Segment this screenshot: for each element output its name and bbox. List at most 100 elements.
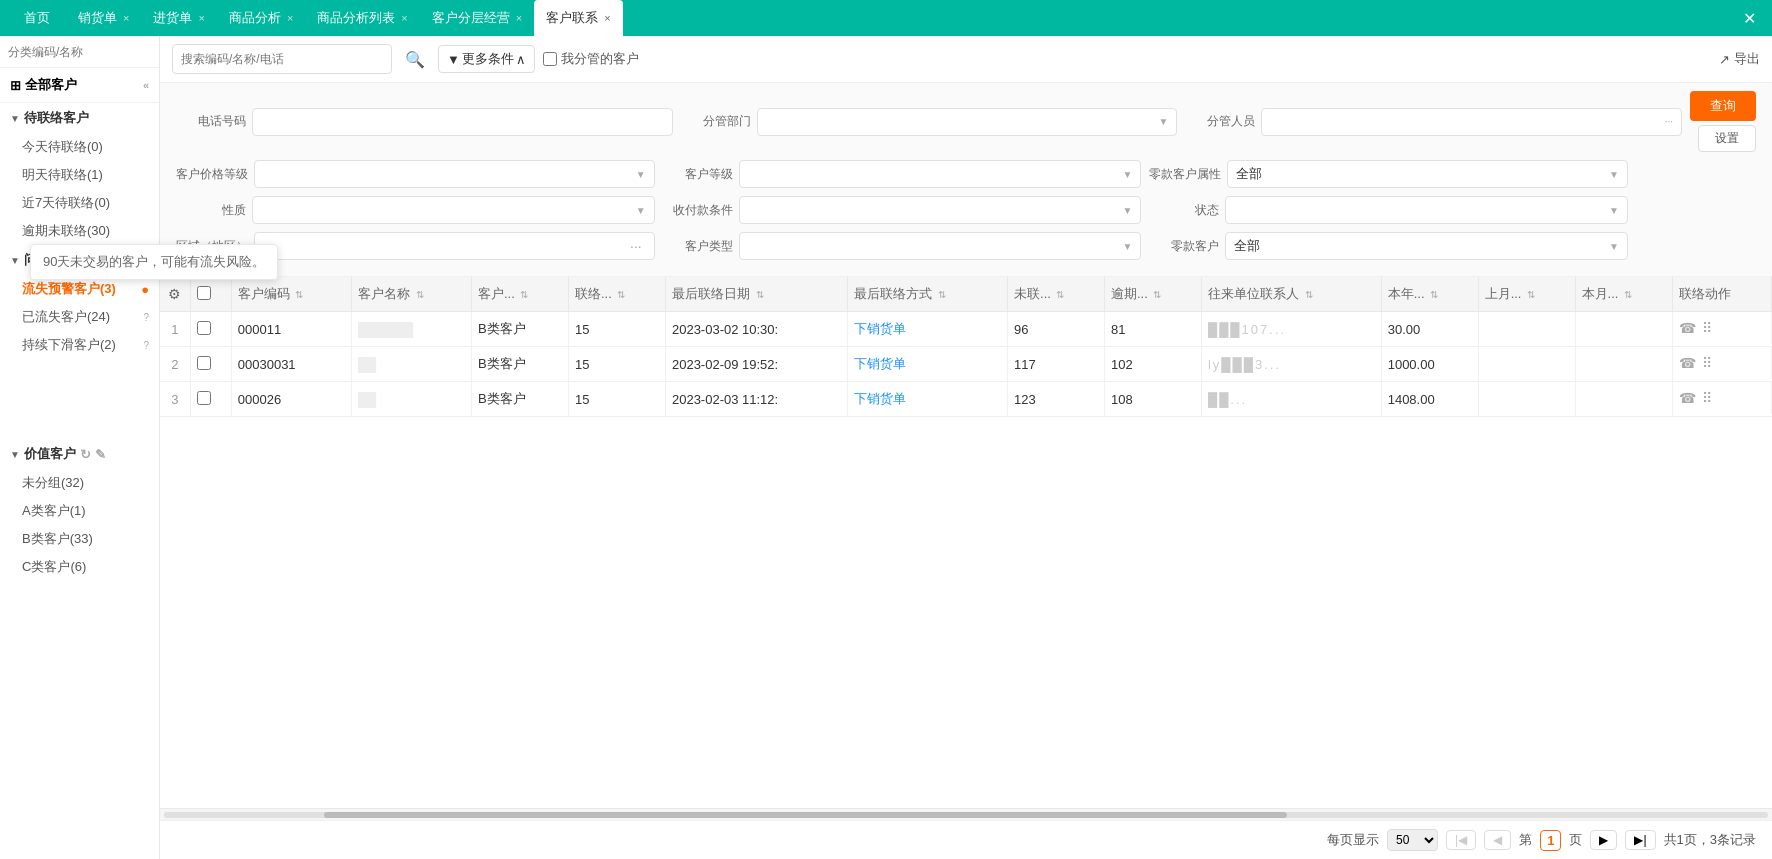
- query-button[interactable]: 查询: [1690, 91, 1756, 121]
- close-tab-analysis-list[interactable]: ×: [401, 12, 407, 24]
- sidebar-item-class-a[interactable]: A类客户(1): [0, 497, 159, 525]
- row-method[interactable]: 下销货单: [848, 382, 1008, 417]
- table-row: 3 000026 ██ B类客户 15 2023-02-03 11:12: 下销…: [160, 382, 1772, 417]
- action-more-icon[interactable]: ⠿: [1702, 355, 1712, 371]
- table-gear-icon[interactable]: ⚙: [168, 286, 181, 302]
- payment-select[interactable]: ▼: [739, 196, 1142, 224]
- row-actions[interactable]: ☎ ⠿: [1673, 347, 1772, 379]
- row-actions[interactable]: ☎ ⠿: [1673, 312, 1772, 344]
- prev-page-button[interactable]: ◀: [1484, 830, 1511, 850]
- horizontal-scrollbar[interactable]: [160, 808, 1772, 820]
- filter-settings-button[interactable]: 设置: [1698, 125, 1756, 152]
- customer-level-select[interactable]: ▼: [739, 160, 1142, 188]
- col-unlink[interactable]: 未联... ⇅: [1008, 277, 1105, 312]
- tab-home[interactable]: 首页: [8, 0, 66, 36]
- last-page-button[interactable]: ▶|: [1625, 830, 1655, 850]
- tab-analysis-list[interactable]: 商品分析列表 ×: [305, 0, 419, 36]
- edit-icon[interactable]: ✎: [95, 447, 106, 462]
- sidebar-item-class-b[interactable]: B类客户(33): [0, 525, 159, 553]
- row-actions[interactable]: ☎ ⠿: [1673, 382, 1772, 414]
- close-tab-sales[interactable]: ×: [123, 12, 129, 24]
- export-button[interactable]: ↗ 导出: [1719, 50, 1760, 68]
- data-table: ⚙ 客户编码 ⇅ 客户名称 ⇅: [160, 277, 1772, 417]
- tab-customer-contact[interactable]: 客户联系 ×: [534, 0, 622, 36]
- status-chevron-icon: ▼: [1609, 205, 1619, 216]
- close-tab-analysis[interactable]: ×: [287, 12, 293, 24]
- row-checkbox[interactable]: [190, 382, 231, 417]
- price-level-select[interactable]: ▼: [254, 160, 655, 188]
- first-page-button[interactable]: |◀: [1446, 830, 1476, 850]
- action-contact-icon[interactable]: ☎: [1679, 390, 1696, 406]
- category-search-input[interactable]: [8, 45, 158, 59]
- sidebar-item-lost[interactable]: 已流失客户(24) ?: [0, 303, 159, 331]
- action-buttons: 查询 设置: [1690, 91, 1756, 152]
- row-num: 3: [160, 382, 190, 417]
- col-type[interactable]: 客户... ⇅: [472, 277, 569, 312]
- close-tab-customer-contact[interactable]: ×: [604, 12, 610, 24]
- sidebar-item-unclassified[interactable]: 未分组(32): [0, 469, 159, 497]
- row-year: 1408.00: [1381, 382, 1478, 417]
- region-select[interactable]: ···: [254, 232, 655, 260]
- col-last-month[interactable]: 上月... ⇅: [1478, 277, 1575, 312]
- tab-sales[interactable]: 销货单 ×: [66, 0, 141, 36]
- filter-customer-type: 客户类型 ▼: [663, 232, 1142, 260]
- row-checkbox[interactable]: [190, 347, 231, 382]
- tab-customer-layer[interactable]: 客户分层经营 ×: [420, 0, 534, 36]
- my-customers-checkbox-area[interactable]: 我分管的客户: [543, 50, 639, 68]
- sidebar-item-7days[interactable]: 近7天待联络(0): [0, 189, 159, 217]
- row-type: B类客户: [472, 347, 569, 382]
- table-checkbox-col[interactable]: [190, 277, 231, 312]
- action-contact-icon[interactable]: ☎: [1679, 320, 1696, 336]
- sidebar-item-overdue[interactable]: 逾期未联络(30): [0, 217, 159, 245]
- staff-select[interactable]: ···: [1261, 108, 1682, 136]
- sidebar-item-today[interactable]: 今天待联络(0): [0, 133, 159, 161]
- col-last-method[interactable]: 最后联络方式 ⇅: [848, 277, 1008, 312]
- dept-select[interactable]: ▼: [757, 108, 1178, 136]
- tab-purchase[interactable]: 进货单 ×: [141, 0, 216, 36]
- sidebar-item-tomorrow[interactable]: 明天待联络(1): [0, 161, 159, 189]
- phone-input[interactable]: [252, 108, 673, 136]
- group-pending-contact-header[interactable]: ▼ 待联络客户: [0, 103, 159, 133]
- main-search-input[interactable]: [172, 44, 392, 74]
- group-value-header[interactable]: ▼ 价值客户 ↻ ✎: [0, 439, 159, 469]
- row-type: B类客户: [472, 312, 569, 347]
- next-page-button[interactable]: ▶: [1590, 830, 1617, 850]
- filter-phone: 电话号码: [176, 108, 673, 136]
- row-method[interactable]: 下销货单: [848, 347, 1008, 382]
- col-code[interactable]: 客户编码 ⇅: [231, 277, 351, 312]
- col-contact-person[interactable]: 往来单位联系人 ⇅: [1201, 277, 1381, 312]
- collapse-icon[interactable]: «: [143, 79, 149, 91]
- nature-select[interactable]: ▼: [252, 196, 655, 224]
- action-more-icon[interactable]: ⠿: [1702, 390, 1712, 406]
- col-last-date[interactable]: 最后联络日期 ⇅: [665, 277, 847, 312]
- action-contact-icon[interactable]: ☎: [1679, 355, 1696, 371]
- all-customers-header[interactable]: ⊞ 全部客户 «: [0, 68, 159, 103]
- zero-customer-select[interactable]: 全部 ▼: [1225, 232, 1628, 260]
- close-tab-customer-layer[interactable]: ×: [516, 12, 522, 24]
- more-conditions-button[interactable]: ▼ 更多条件 ∧: [438, 45, 535, 73]
- close-tab-purchase[interactable]: ×: [198, 12, 204, 24]
- select-all-checkbox[interactable]: [197, 286, 211, 300]
- refresh-icon[interactable]: ↻: [80, 447, 91, 462]
- main-search-button[interactable]: 🔍: [400, 44, 430, 74]
- col-name[interactable]: 客户名称 ⇅: [351, 277, 471, 312]
- action-more-icon[interactable]: ⠿: [1702, 320, 1712, 336]
- customer-type-select[interactable]: ▼: [739, 232, 1142, 260]
- row-checkbox[interactable]: [190, 312, 231, 347]
- zero-attr-select[interactable]: 全部 ▼: [1227, 160, 1628, 188]
- sidebar-item-class-c[interactable]: C类客户(6): [0, 553, 159, 581]
- row-method[interactable]: 下销货单: [848, 312, 1008, 347]
- close-all-icon[interactable]: ✕: [1735, 9, 1764, 28]
- status-select[interactable]: ▼: [1225, 196, 1628, 224]
- tab-analysis[interactable]: 商品分析 ×: [217, 0, 305, 36]
- my-customers-checkbox[interactable]: [543, 52, 557, 66]
- col-this-year[interactable]: 本年... ⇅: [1381, 277, 1478, 312]
- per-page-select[interactable]: 50 20 100: [1387, 829, 1438, 851]
- col-this-month[interactable]: 本月... ⇅: [1575, 277, 1672, 312]
- col-contact-count[interactable]: 联络... ⇅: [568, 277, 665, 312]
- row-code: 00030031: [231, 347, 351, 382]
- col-overdue[interactable]: 逾期... ⇅: [1104, 277, 1201, 312]
- scroll-thumb[interactable]: [324, 812, 1286, 818]
- table-settings-col[interactable]: ⚙: [160, 277, 190, 312]
- sidebar-item-declining[interactable]: 持续下滑客户(2) ?: [0, 331, 159, 359]
